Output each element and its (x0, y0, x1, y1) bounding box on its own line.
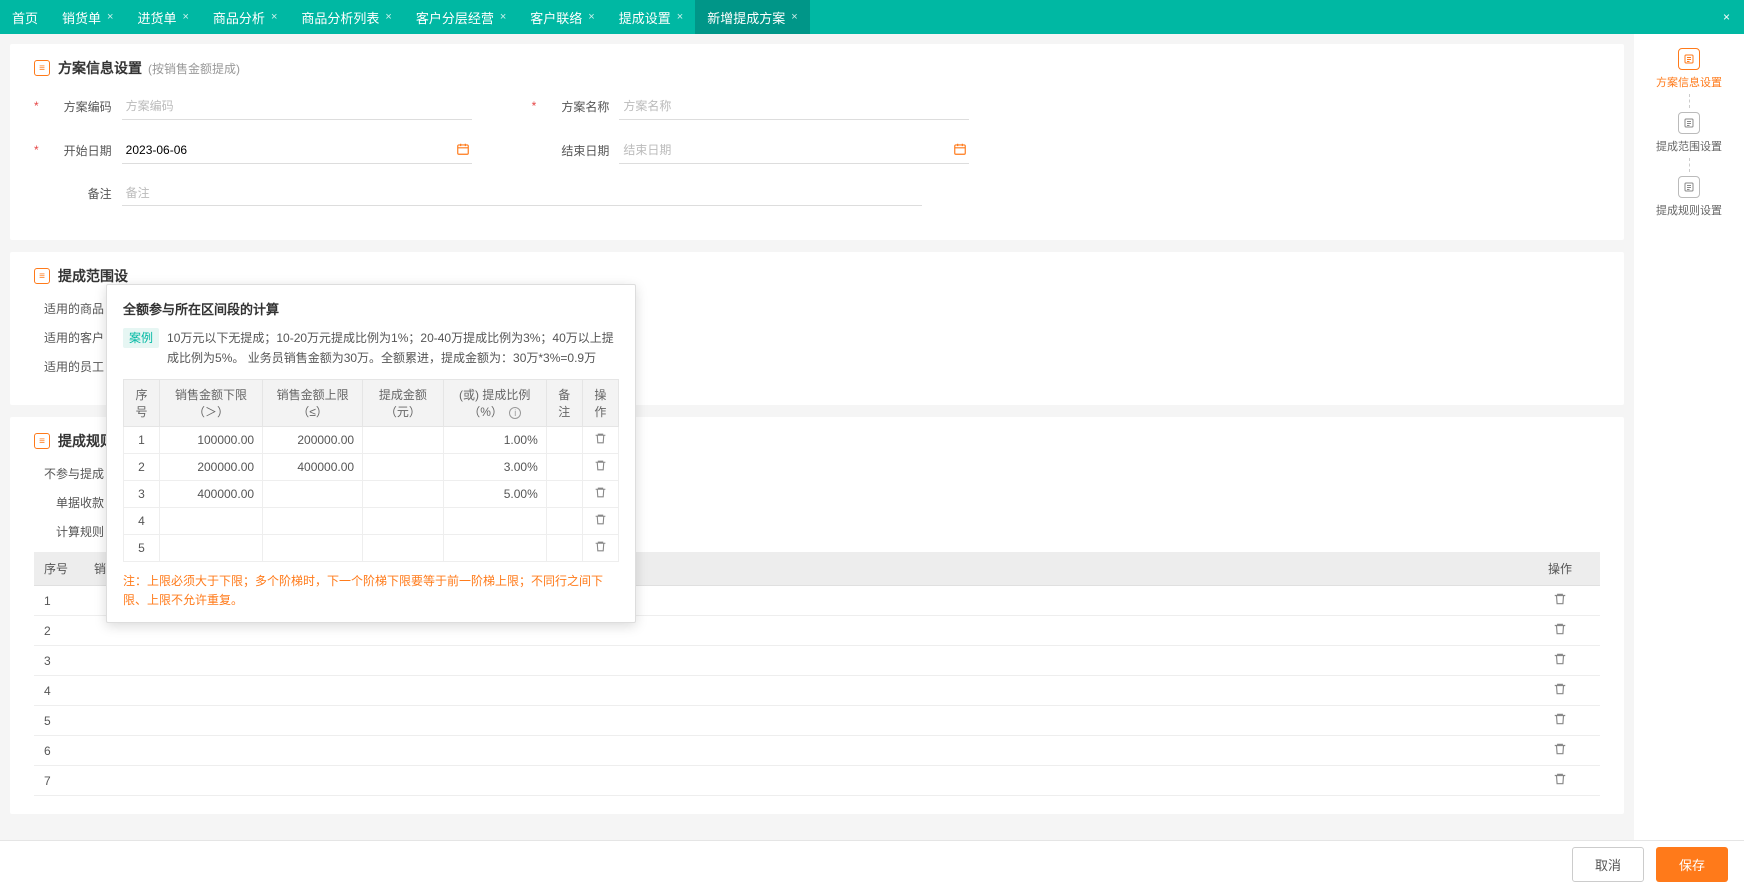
table-row: 5 (34, 706, 1600, 736)
save-button[interactable]: 保存 (1656, 847, 1728, 882)
popover-title: 全额参与所在区间段的计算 (123, 299, 619, 318)
table-row: 4 (34, 676, 1600, 706)
pop-col-1: 销售金额下限（＞） (159, 379, 262, 426)
table-row: 2200000.00400000.003.00% (124, 453, 619, 480)
end-date-label: 结束日期 (539, 142, 609, 159)
remark-input[interactable] (122, 180, 922, 206)
popover-desc: 10万元以下无提成；10-20万元提成比例为1%；20-40万提成比例为3%；4… (167, 328, 619, 369)
remark-label: 备注 (42, 185, 112, 202)
anchor-方案信息设置[interactable]: 方案信息设置 (1656, 48, 1722, 90)
trash-icon[interactable] (1553, 593, 1567, 609)
start-date-label: 开始日期 (42, 142, 112, 159)
calc-rule-popover: 全额参与所在区间段的计算 案例 10万元以下无提成；10-20万元提成比例为1%… (106, 284, 636, 623)
table-row: 5 (124, 534, 619, 561)
calendar-icon[interactable] (456, 142, 470, 159)
popover-example-table: 序号销售金额下限（＞）销售金额上限（≤）提成金额（元）(或) 提成比例（%） i… (123, 379, 619, 562)
tab-新增提成方案[interactable]: 新增提成方案× (695, 0, 809, 34)
trash-icon[interactable] (594, 486, 607, 502)
close-icon[interactable]: × (385, 11, 391, 23)
pop-col-3: 提成金额（元） (363, 379, 444, 426)
section-plan-info: ≡ 方案信息设置 (按销售金额提成) * 方案编码 * 方案名称 (10, 44, 1624, 240)
anchor-提成规则设置[interactable]: 提成规则设置 (1656, 176, 1722, 218)
col-5: 备注 (554, 552, 1520, 586)
main-content: ≡ 方案信息设置 (按销售金额提成) * 方案编码 * 方案名称 (0, 34, 1634, 840)
tab-客户分层经营[interactable]: 客户分层经营× (404, 0, 518, 34)
pop-col-0: 序号 (124, 379, 160, 426)
plan-name-label: 方案名称 (539, 98, 609, 115)
trash-icon[interactable] (1553, 773, 1567, 789)
table-row: 4 (124, 507, 619, 534)
trash-icon[interactable] (594, 432, 607, 448)
table-row: 1100000.00200000.001.00% (124, 426, 619, 453)
tab-客户联络[interactable]: 客户联络× (518, 0, 606, 34)
list-icon (1678, 48, 1700, 70)
plan-name-input[interactable] (619, 92, 969, 120)
trash-icon[interactable] (1553, 653, 1567, 669)
tab-商品分析列表[interactable]: 商品分析列表× (289, 0, 403, 34)
tab-首页[interactable]: 首页 (0, 0, 50, 34)
close-icon[interactable]: × (107, 11, 113, 23)
table-row: 7 (34, 766, 1600, 796)
section-icon: ≡ (34, 433, 50, 449)
start-date-input[interactable] (122, 136, 472, 164)
trash-icon[interactable] (1553, 623, 1567, 639)
col-6: 操作 (1520, 552, 1600, 586)
close-icon[interactable]: × (588, 11, 594, 23)
plan-code-label: 方案编码 (42, 98, 112, 115)
section-title: 提成范围设 (58, 266, 128, 286)
list-icon (1678, 112, 1700, 134)
section-title: 方案信息设置 (58, 58, 142, 78)
exclude-label: 不参与提成 (34, 465, 104, 482)
pop-col-5: 备注 (546, 379, 582, 426)
table-row: 6 (34, 736, 1600, 766)
section-icon: ≡ (34, 60, 50, 76)
tab-进货单[interactable]: 进货单× (125, 0, 200, 34)
calc-label: 计算规则 (34, 523, 104, 540)
section-subtitle: (按销售金额提成) (148, 60, 240, 77)
col-0: 序号 (34, 552, 84, 586)
top-tabs: 首页销货单×进货单×商品分析×商品分析列表×客户分层经营×客户联络×提成设置×新… (0, 0, 1744, 34)
trash-icon[interactable] (594, 513, 607, 529)
end-date-input[interactable] (619, 136, 969, 164)
close-icon[interactable]: × (500, 11, 506, 23)
pop-col-4: (或) 提成比例（%） i (443, 379, 546, 426)
receipt-label: 单据收款 (34, 494, 104, 511)
scope-goods-label: 适用的商品 (34, 300, 104, 317)
anchor-nav: 方案信息设置提成范围设置提成规则设置 (1634, 34, 1744, 840)
popover-tag: 案例 (123, 328, 159, 348)
scope-employee-label: 适用的员工 (34, 358, 104, 375)
close-icon[interactable]: × (271, 11, 277, 23)
close-all-icon[interactable]: × (1709, 0, 1744, 34)
scope-customer-label: 适用的客户 (34, 329, 104, 346)
pop-col-2: 销售金额上限（≤） (263, 379, 363, 426)
tab-销货单[interactable]: 销货单× (50, 0, 125, 34)
trash-icon[interactable] (1553, 713, 1567, 729)
cancel-button[interactable]: 取消 (1572, 847, 1644, 882)
footer-bar: 取消 保存 (0, 840, 1744, 888)
anchor-提成范围设置[interactable]: 提成范围设置 (1656, 112, 1722, 154)
trash-icon[interactable] (1553, 683, 1567, 699)
section-icon: ≡ (34, 268, 50, 284)
trash-icon[interactable] (594, 540, 607, 556)
info-icon[interactable]: i (509, 407, 521, 419)
close-icon[interactable]: × (791, 11, 797, 23)
list-icon (1678, 176, 1700, 198)
close-icon[interactable]: × (182, 11, 188, 23)
tab-提成设置[interactable]: 提成设置× (607, 0, 695, 34)
plan-code-input[interactable] (122, 92, 472, 120)
calendar-icon[interactable] (953, 142, 967, 159)
trash-icon[interactable] (594, 459, 607, 475)
table-row: 3400000.005.00% (124, 480, 619, 507)
trash-icon[interactable] (1553, 743, 1567, 759)
close-icon[interactable]: × (677, 11, 683, 23)
pop-col-6: 操作 (582, 379, 618, 426)
table-row: 3 (34, 646, 1600, 676)
popover-note: 注：上限必须大于下限；多个阶梯时，下一个阶梯下限要等于前一阶梯上限；不同行之间下… (123, 572, 619, 610)
tab-商品分析[interactable]: 商品分析× (201, 0, 289, 34)
